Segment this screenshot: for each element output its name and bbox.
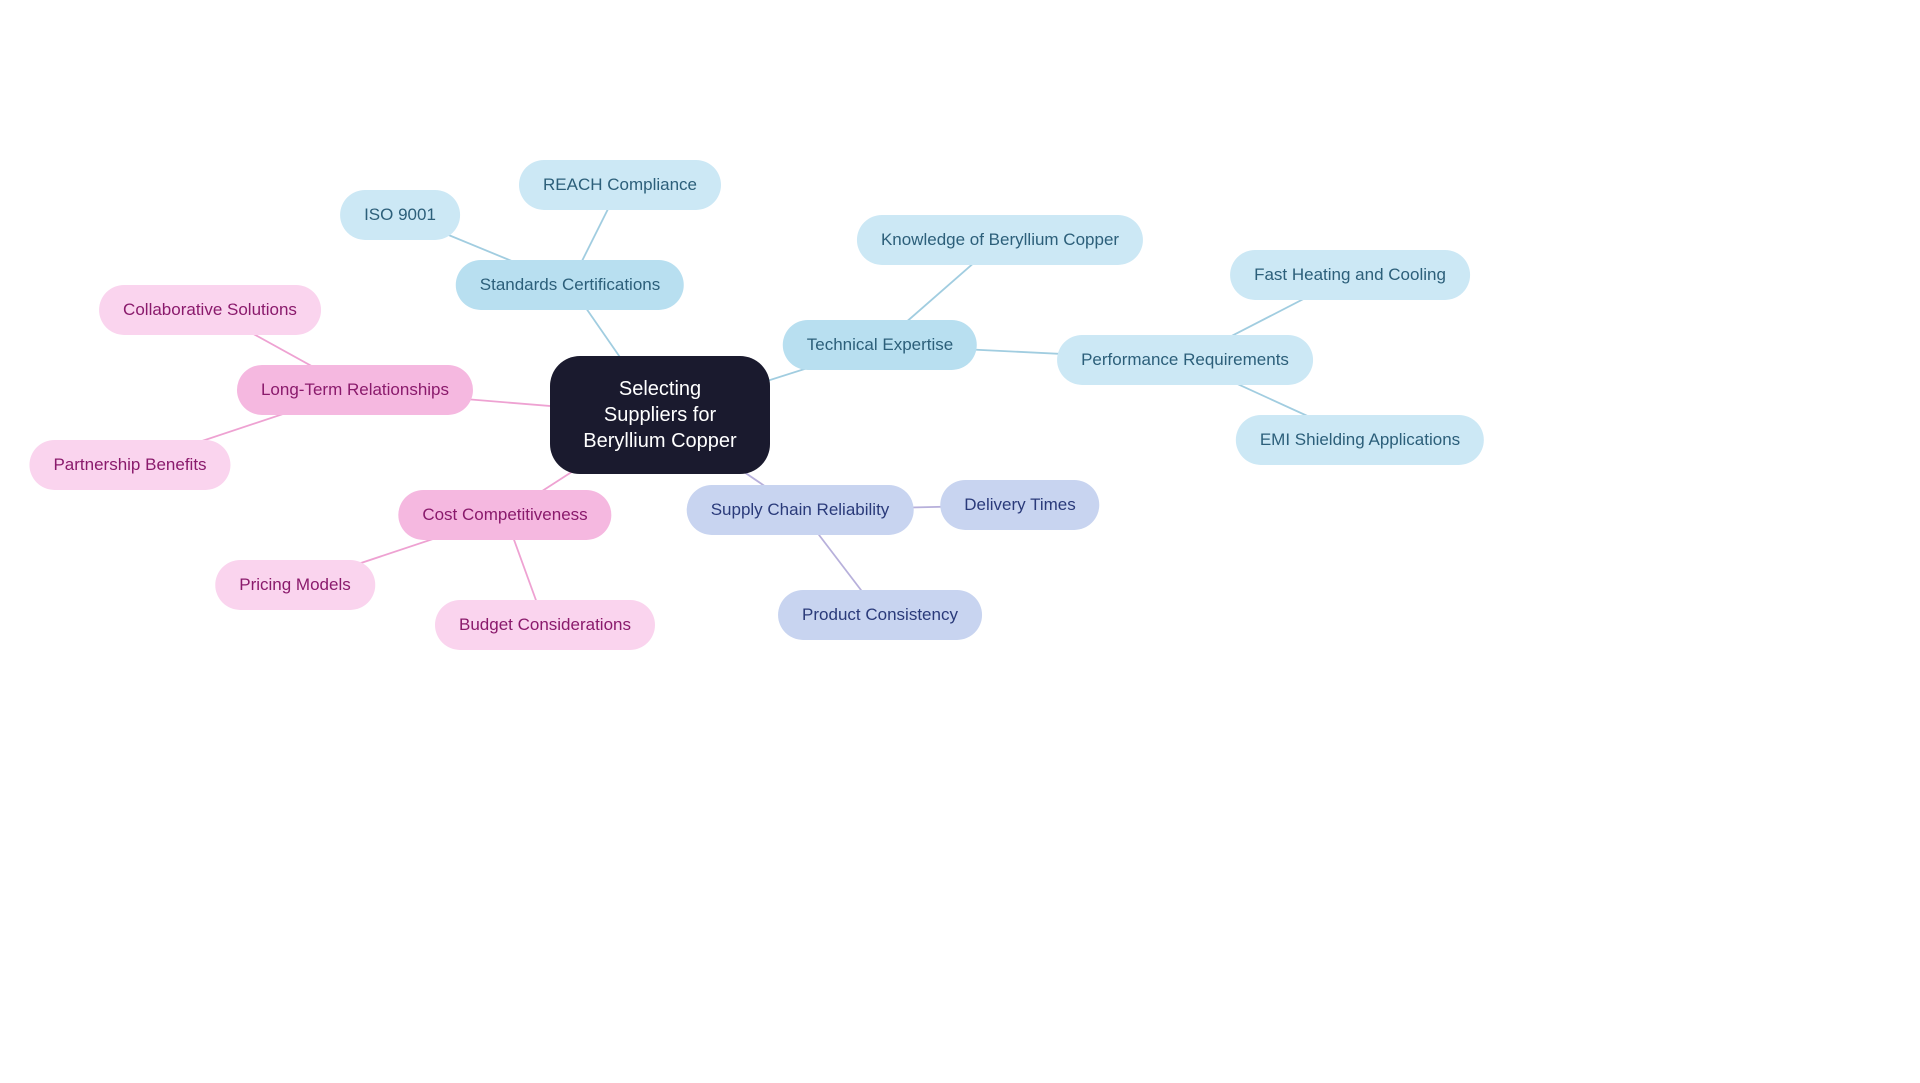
fast-heating-node: Fast Heating and Cooling	[1230, 250, 1470, 300]
delivery-node: Delivery Times	[940, 480, 1099, 530]
mindmap-container: Selecting Suppliers for Beryllium Copper…	[0, 0, 1920, 1083]
cost-node: Cost Competitiveness	[398, 490, 611, 540]
performance-node: Performance Requirements	[1057, 335, 1313, 385]
reach-node: REACH Compliance	[519, 160, 721, 210]
partnership-node: Partnership Benefits	[29, 440, 230, 490]
iso-node: ISO 9001	[340, 190, 460, 240]
emi-node: EMI Shielding Applications	[1236, 415, 1484, 465]
long-term-node: Long-Term Relationships	[237, 365, 473, 415]
pricing-node: Pricing Models	[215, 560, 375, 610]
center-node: Selecting Suppliers for Beryllium Copper	[550, 356, 770, 474]
technical-node: Technical Expertise	[783, 320, 977, 370]
knowledge-node: Knowledge of Beryllium Copper	[857, 215, 1143, 265]
collaborative-node: Collaborative Solutions	[99, 285, 321, 335]
budget-node: Budget Considerations	[435, 600, 655, 650]
supply-node: Supply Chain Reliability	[687, 485, 914, 535]
connections-svg	[0, 0, 1920, 1083]
standards-node: Standards Certifications	[456, 260, 684, 310]
product-node: Product Consistency	[778, 590, 982, 640]
